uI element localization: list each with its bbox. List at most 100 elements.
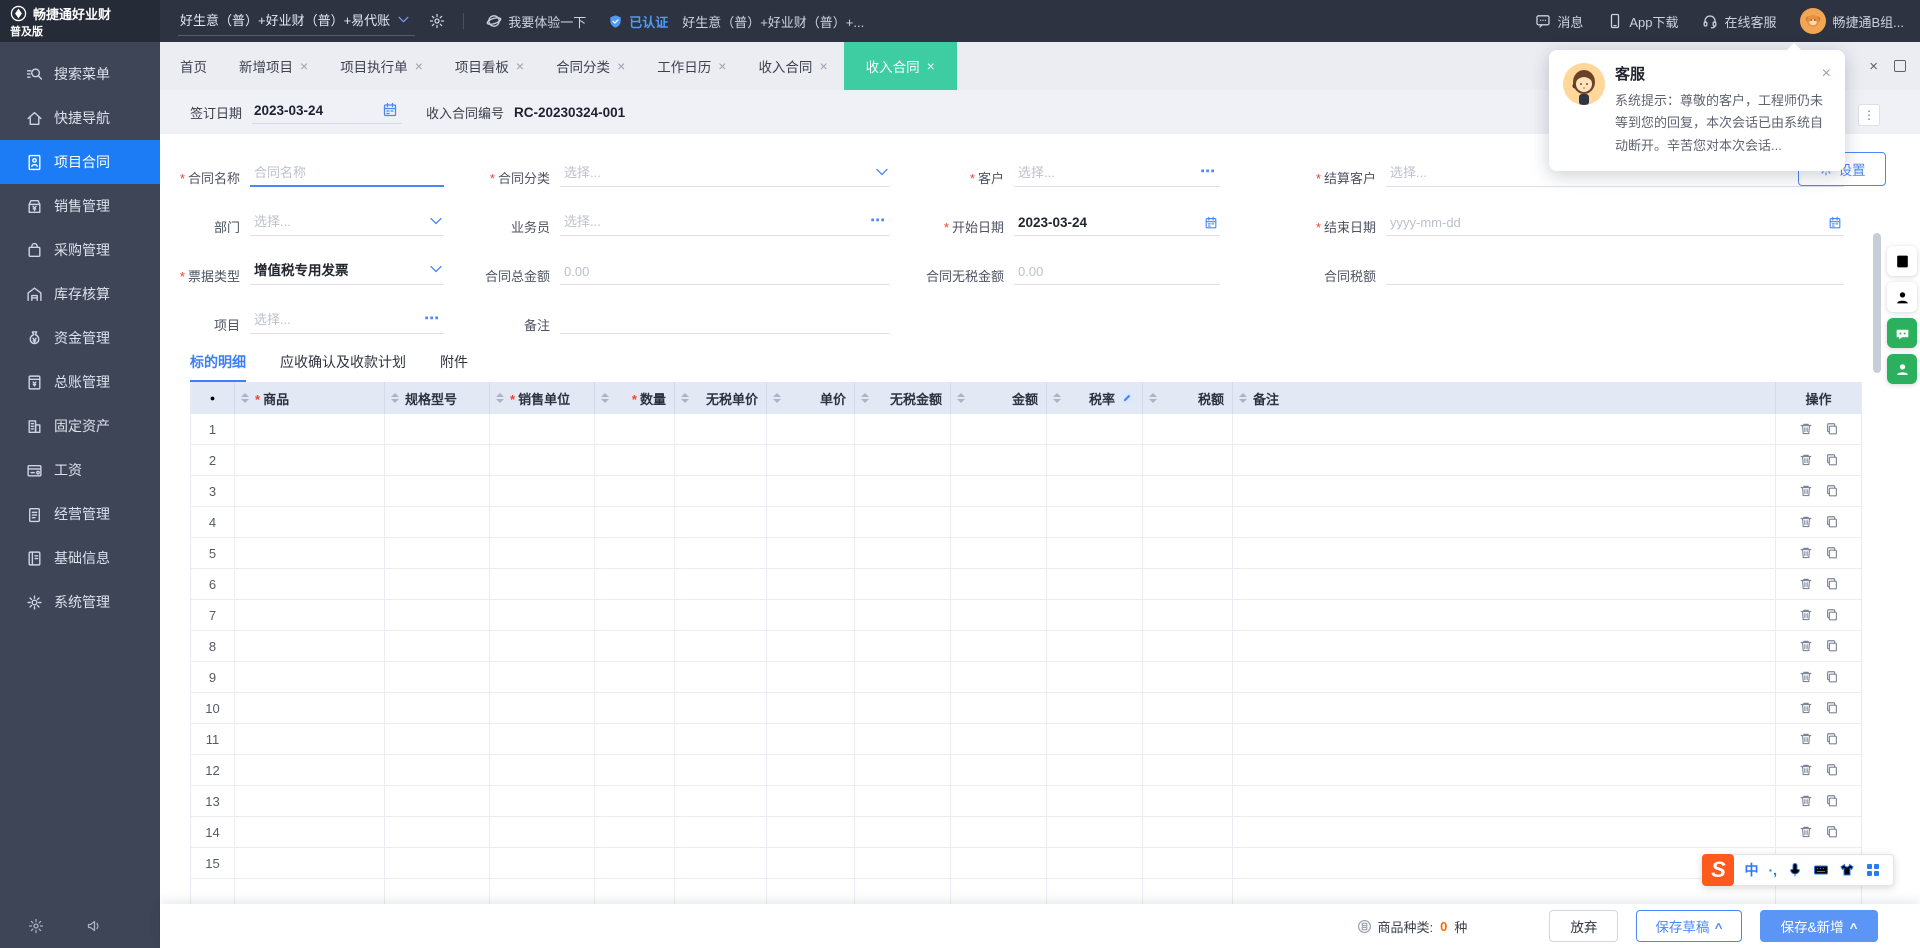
table-cell[interactable] <box>1143 662 1233 692</box>
more-dots-icon[interactable]: ⋯ <box>1200 164 1218 178</box>
table-cell[interactable] <box>1143 786 1233 816</box>
sidebar-item-payroll[interactable]: 工资 <box>0 448 160 492</box>
sort-caret-icon[interactable] <box>496 393 504 403</box>
table-cell[interactable] <box>767 786 855 816</box>
table-cell[interactable] <box>1233 600 1776 630</box>
table-cell[interactable] <box>385 507 490 537</box>
table-cell[interactable] <box>951 476 1047 506</box>
table-cell[interactable] <box>490 817 595 847</box>
chevron-down-icon[interactable] <box>876 168 888 176</box>
table-cell[interactable] <box>490 538 595 568</box>
table-cell[interactable] <box>1047 414 1143 444</box>
delete-row-icon[interactable] <box>1799 794 1813 808</box>
table-cell[interactable] <box>855 848 951 878</box>
table-cell[interactable] <box>1233 755 1776 785</box>
table-cell[interactable] <box>855 476 951 506</box>
table-cell[interactable] <box>951 817 1047 847</box>
table-cell[interactable] <box>675 755 767 785</box>
delete-row-icon[interactable] <box>1799 825 1813 839</box>
table-cell[interactable] <box>675 631 767 661</box>
sidebar-item-home[interactable]: 快捷导航 <box>0 96 160 140</box>
copy-row-icon[interactable] <box>1825 546 1839 560</box>
table-cell[interactable] <box>951 724 1047 754</box>
table-cell[interactable] <box>767 445 855 475</box>
table-cell[interactable] <box>951 414 1047 444</box>
table-cell[interactable] <box>490 755 595 785</box>
table-cell[interactable] <box>385 817 490 847</box>
table-cell[interactable] <box>951 631 1047 661</box>
table-cell[interactable] <box>490 631 595 661</box>
detail-tab[interactable]: 应收确认及收款计划 <box>280 352 406 380</box>
table-cell[interactable] <box>1047 476 1143 506</box>
table-cell[interactable] <box>235 693 385 723</box>
table-cell[interactable] <box>675 538 767 568</box>
sort-caret-icon[interactable] <box>773 393 781 403</box>
scrollbar-thumb[interactable] <box>1873 233 1881 373</box>
tax-edit-icon[interactable] <box>1120 391 1134 405</box>
table-cell[interactable] <box>385 786 490 816</box>
table-columns-gear-icon[interactable] <box>191 382 235 414</box>
table-cell[interactable] <box>385 600 490 630</box>
project-input[interactable]: 选择... ⋯ <box>250 309 444 334</box>
table-cell[interactable] <box>855 600 951 630</box>
table-cell[interactable] <box>595 693 675 723</box>
user-menu[interactable]: 畅捷通B组... <box>1800 8 1904 34</box>
table-cell[interactable] <box>595 507 675 537</box>
delete-row-icon[interactable] <box>1799 701 1813 715</box>
table-cell[interactable] <box>1143 600 1233 630</box>
sidebar-item-system[interactable]: 系统管理 <box>0 580 160 624</box>
table-cell[interactable] <box>675 724 767 754</box>
copy-row-icon[interactable] <box>1825 515 1839 529</box>
sidebar-item-inventory[interactable]: 库存核算 <box>0 272 160 316</box>
table-cell[interactable] <box>1233 693 1776 723</box>
table-cell[interactable] <box>385 631 490 661</box>
table-cell[interactable] <box>1233 786 1776 816</box>
tab-close-icon[interactable]: × <box>819 59 827 73</box>
sidebar-item-funds[interactable]: 资金管理 <box>0 316 160 360</box>
contract-category-input[interactable]: 选择... <box>560 162 890 187</box>
table-cell[interactable] <box>235 662 385 692</box>
calendar-icon[interactable] <box>382 102 398 118</box>
table-cell[interactable] <box>1233 662 1776 692</box>
table-cell[interactable] <box>1047 848 1143 878</box>
copy-row-icon[interactable] <box>1825 577 1839 591</box>
table-cell[interactable] <box>1233 817 1776 847</box>
table-cell[interactable] <box>951 662 1047 692</box>
popup-close-icon[interactable]: × <box>1822 65 1831 82</box>
calendar-icon[interactable] <box>1828 216 1842 230</box>
table-cell[interactable] <box>951 848 1047 878</box>
table-cell[interactable] <box>490 600 595 630</box>
messages-button[interactable]: 消息 <box>1535 12 1583 31</box>
save-and-new-button[interactable]: 保存&新增 ∧ <box>1759 910 1878 942</box>
sort-caret-icon[interactable] <box>681 393 689 403</box>
sidebar-item-purchase[interactable]: 采购管理 <box>0 228 160 272</box>
sort-caret-icon[interactable] <box>601 393 609 403</box>
start-date-input[interactable]: 2023-03-24 <box>1014 215 1220 236</box>
delete-row-icon[interactable] <box>1799 515 1813 529</box>
table-cell[interactable] <box>951 538 1047 568</box>
delete-row-icon[interactable] <box>1799 608 1813 622</box>
table-cell[interactable] <box>767 414 855 444</box>
copy-row-icon[interactable] <box>1825 484 1839 498</box>
skin-shirt-icon[interactable] <box>1839 862 1855 878</box>
delete-row-icon[interactable] <box>1799 546 1813 560</box>
table-cell[interactable] <box>767 538 855 568</box>
tab-close-icon[interactable]: × <box>415 59 423 73</box>
table-cell[interactable] <box>595 755 675 785</box>
more-dots-icon[interactable]: ⋯ <box>870 213 888 227</box>
table-cell[interactable] <box>595 724 675 754</box>
table-cell[interactable] <box>767 724 855 754</box>
table-cell[interactable] <box>595 569 675 599</box>
chevron-down-icon[interactable] <box>430 265 442 273</box>
table-cell[interactable] <box>235 631 385 661</box>
tab-6[interactable]: 收入合同 × <box>742 42 843 90</box>
sidebar-settings-gear-icon[interactable] <box>28 918 44 934</box>
table-cell[interactable] <box>385 538 490 568</box>
table-cell[interactable] <box>490 569 595 599</box>
copy-row-icon[interactable] <box>1825 639 1839 653</box>
table-cell[interactable] <box>1233 631 1776 661</box>
table-cell[interactable] <box>1233 476 1776 506</box>
table-cell[interactable] <box>951 569 1047 599</box>
ime-chinese-mode-icon[interactable]: 中 <box>1744 860 1758 880</box>
delete-row-icon[interactable] <box>1799 577 1813 591</box>
